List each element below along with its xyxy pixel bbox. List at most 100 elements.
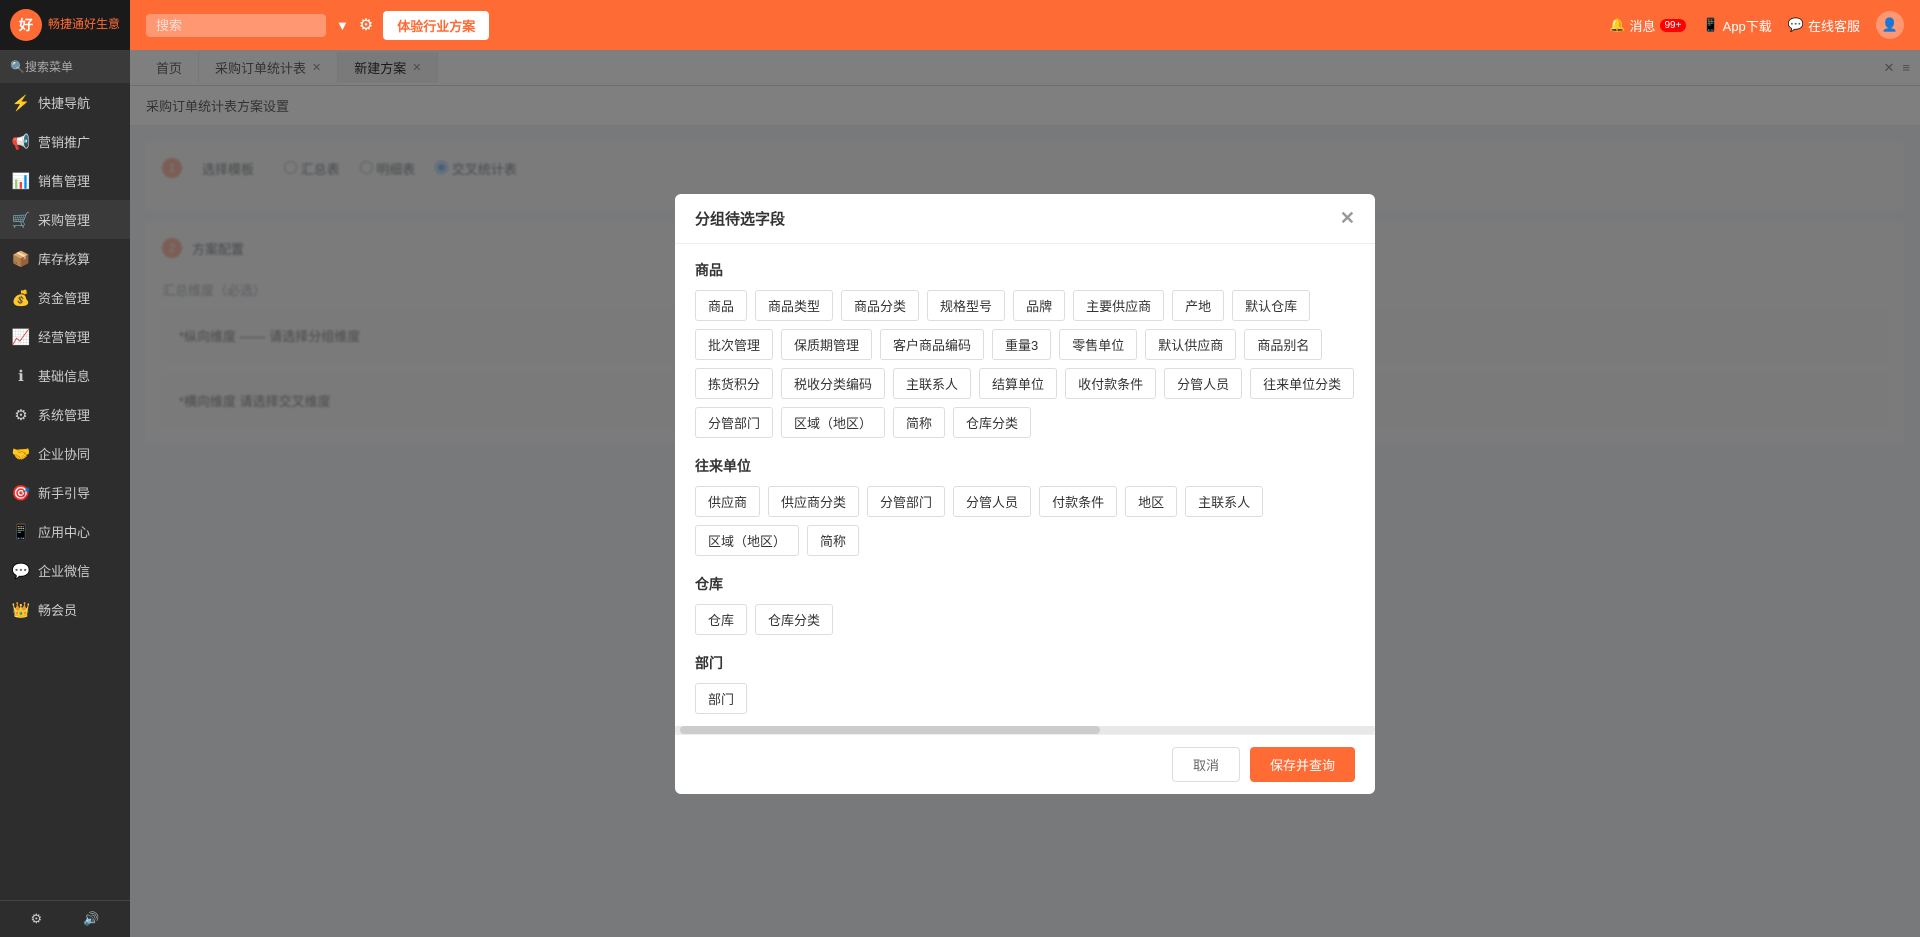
online-service-label: 在线客服 bbox=[1808, 16, 1860, 35]
sales-icon: 📊 bbox=[12, 172, 30, 190]
trial-btn[interactable]: 体验行业方案 bbox=[383, 11, 489, 40]
field-tag-short-name[interactable]: 简称 bbox=[893, 407, 945, 438]
modal-close-btn[interactable]: ✕ bbox=[1340, 208, 1355, 229]
field-tag-pick-points[interactable]: 拣货积分 bbox=[695, 368, 773, 399]
modal-header: 分组待选字段 ✕ bbox=[675, 194, 1375, 244]
product-section-title: 商品 bbox=[695, 260, 1355, 280]
field-tag-department[interactable]: 部门 bbox=[695, 683, 747, 714]
field-tag-product-type[interactable]: 商品类型 bbox=[755, 290, 833, 321]
field-tag-region[interactable]: 区域（地区） bbox=[781, 407, 885, 438]
field-tag-default-supplier[interactable]: 默认供应商 bbox=[1145, 329, 1236, 360]
field-tag-contact[interactable]: 主联系人 bbox=[1185, 486, 1263, 517]
field-tag-warehouse-category[interactable]: 仓库分类 bbox=[755, 604, 833, 635]
field-tag-supplier-cat[interactable]: 供应商分类 bbox=[768, 486, 859, 517]
field-tag-origin[interactable]: 产地 bbox=[1172, 290, 1224, 321]
sidebar-item-label: 畅会员 bbox=[38, 600, 77, 619]
dept-fields: 部门 bbox=[695, 683, 1355, 714]
sidebar-item-app-center[interactable]: 📱 应用中心 bbox=[0, 512, 130, 551]
sidebar-item-label: 新手引导 bbox=[38, 483, 90, 502]
user-avatar[interactable]: 👤 bbox=[1876, 11, 1904, 39]
field-tag-weight3[interactable]: 重量3 bbox=[992, 329, 1051, 360]
field-tag-main-supplier[interactable]: 主要供应商 bbox=[1073, 290, 1164, 321]
header: ▼ ⚙ 体验行业方案 🔔 消息 99+ 📱 App下载 💬 在线客服 👤 bbox=[130, 0, 1920, 50]
cancel-button[interactable]: 取消 bbox=[1172, 747, 1240, 782]
field-tag-partner-category[interactable]: 往来单位分类 bbox=[1250, 368, 1354, 399]
save-query-button[interactable]: 保存并查询 bbox=[1250, 747, 1355, 782]
modal-title: 分组待选字段 bbox=[695, 208, 785, 229]
field-tag-main-contact[interactable]: 主联系人 bbox=[893, 368, 971, 399]
field-tag-tax-code[interactable]: 税收分类编码 bbox=[781, 368, 885, 399]
field-tag-sup-dept[interactable]: 分管部门 bbox=[867, 486, 945, 517]
field-tag-sup-short[interactable]: 简称 bbox=[807, 525, 859, 556]
sidebar-item-sales[interactable]: 📊 销售管理 bbox=[0, 161, 130, 200]
modal-horizontal-scrollbar[interactable] bbox=[675, 726, 1375, 733]
partner-section: 往来单位 供应商 供应商分类 分管部门 分管人员 付款条件 地区 主联系人 区域… bbox=[695, 456, 1355, 556]
field-tag-dept[interactable]: 分管部门 bbox=[695, 407, 773, 438]
sidebar-item-purchase[interactable]: 🛒 采购管理 bbox=[0, 200, 130, 239]
app-download-label: App下载 bbox=[1723, 16, 1772, 35]
header-left: ▼ ⚙ 体验行业方案 bbox=[146, 11, 489, 40]
field-tag-brand[interactable]: 品牌 bbox=[1013, 290, 1065, 321]
field-tag-warehouse[interactable]: 仓库 bbox=[695, 604, 747, 635]
notice-label: 消息 bbox=[1629, 16, 1655, 35]
field-tag-area[interactable]: 地区 bbox=[1125, 486, 1177, 517]
field-tag-payment-cond[interactable]: 付款条件 bbox=[1039, 486, 1117, 517]
field-tag-retail-unit[interactable]: 零售单位 bbox=[1059, 329, 1137, 360]
system-icon: ⚙ bbox=[12, 406, 30, 424]
sidebar-item-quick-nav[interactable]: ⚡ 快捷导航 bbox=[0, 83, 130, 122]
sidebar-item-operation[interactable]: 📈 经营管理 bbox=[0, 317, 130, 356]
field-tag-supplier[interactable]: 供应商 bbox=[695, 486, 760, 517]
header-search-input[interactable] bbox=[146, 14, 326, 37]
sidebar-logo: 好 畅捷通好生意 bbox=[0, 0, 130, 50]
wechat-icon: 💬 bbox=[12, 562, 30, 580]
sidebar-item-collab[interactable]: 🤝 企业协同 bbox=[0, 434, 130, 473]
field-tag-default-warehouse[interactable]: 默认仓库 bbox=[1232, 290, 1310, 321]
product-fields: 商品 商品类型 商品分类 规格型号 品牌 主要供应商 产地 默认仓库 批次管理 … bbox=[695, 290, 1355, 438]
notice-item[interactable]: 🔔 消息 99+ bbox=[1609, 16, 1686, 35]
field-tag-product-category[interactable]: 商品分类 bbox=[841, 290, 919, 321]
sidebar-item-finance[interactable]: 💰 资金管理 bbox=[0, 278, 130, 317]
field-tag-product[interactable]: 商品 bbox=[695, 290, 747, 321]
field-tag-spec-model[interactable]: 规格型号 bbox=[927, 290, 1005, 321]
sidebar-search-label: 搜索菜单 bbox=[25, 58, 73, 75]
sidebar-item-wechat[interactable]: 💬 企业微信 bbox=[0, 551, 130, 590]
settings-bottom-icon[interactable]: ⚙ bbox=[31, 911, 43, 927]
sidebar-search-item[interactable]: 🔍 搜索菜单 bbox=[0, 50, 130, 83]
purchase-icon: 🛒 bbox=[12, 211, 30, 229]
field-tag-sup-region[interactable]: 区域（地区） bbox=[695, 525, 799, 556]
marketing-icon: 📢 bbox=[12, 133, 30, 151]
online-service-item[interactable]: 💬 在线客服 bbox=[1788, 16, 1860, 35]
sidebar-item-basic-info[interactable]: ℹ 基础信息 bbox=[0, 356, 130, 395]
settings-icon[interactable]: ⚙ bbox=[359, 15, 373, 35]
sidebar-item-label: 营销推广 bbox=[38, 132, 90, 151]
field-tag-sup-person[interactable]: 分管人员 bbox=[953, 486, 1031, 517]
field-tag-supervisor[interactable]: 分管人员 bbox=[1164, 368, 1242, 399]
partner-section-title: 往来单位 bbox=[695, 456, 1355, 476]
field-tag-payment-terms[interactable]: 收付款条件 bbox=[1065, 368, 1156, 399]
field-tag-product-alias[interactable]: 商品别名 bbox=[1244, 329, 1322, 360]
app-center-icon: 📱 bbox=[12, 523, 30, 541]
sidebar-item-marketing[interactable]: 📢 营销推广 bbox=[0, 122, 130, 161]
sidebar-item-inventory[interactable]: 📦 库存核算 bbox=[0, 239, 130, 278]
sidebar-item-label: 企业协同 bbox=[38, 444, 90, 463]
notice-badge: 99+ bbox=[1660, 19, 1687, 32]
audio-icon[interactable]: 🔊 bbox=[83, 911, 99, 927]
sidebar-item-newbie[interactable]: 🎯 新手引导 bbox=[0, 473, 130, 512]
modal-footer: 取消 保存并查询 bbox=[675, 734, 1375, 794]
newbie-icon: 🎯 bbox=[12, 484, 30, 502]
sidebar-item-member[interactable]: 👑 畅会员 bbox=[0, 590, 130, 629]
sidebar-item-system[interactable]: ⚙ 系统管理 bbox=[0, 395, 130, 434]
field-tag-customer-code[interactable]: 客户商品编码 bbox=[880, 329, 984, 360]
field-tag-settle-unit[interactable]: 结算单位 bbox=[979, 368, 1057, 399]
dept-section-title: 部门 bbox=[695, 653, 1355, 673]
field-tag-batch-mgmt[interactable]: 批次管理 bbox=[695, 329, 773, 360]
partner-fields: 供应商 供应商分类 分管部门 分管人员 付款条件 地区 主联系人 区域（地区） … bbox=[695, 486, 1355, 556]
sidebar: 好 畅捷通好生意 🔍 搜索菜单 ⚡ 快捷导航 📢 营销推广 📊 销售管理 🛒 采… bbox=[0, 0, 130, 937]
modal-body: 商品 商品 商品类型 商品分类 规格型号 品牌 主要供应商 产地 默认仓库 批次… bbox=[675, 244, 1375, 727]
field-tag-quality-mgmt[interactable]: 保质期管理 bbox=[781, 329, 872, 360]
logo-text: 畅捷通好生意 bbox=[48, 17, 120, 33]
collab-icon: 🤝 bbox=[12, 445, 30, 463]
field-tag-warehouse-cat[interactable]: 仓库分类 bbox=[953, 407, 1031, 438]
download-icon: 📱 bbox=[1702, 17, 1718, 33]
app-download-item[interactable]: 📱 App下载 bbox=[1702, 16, 1771, 35]
